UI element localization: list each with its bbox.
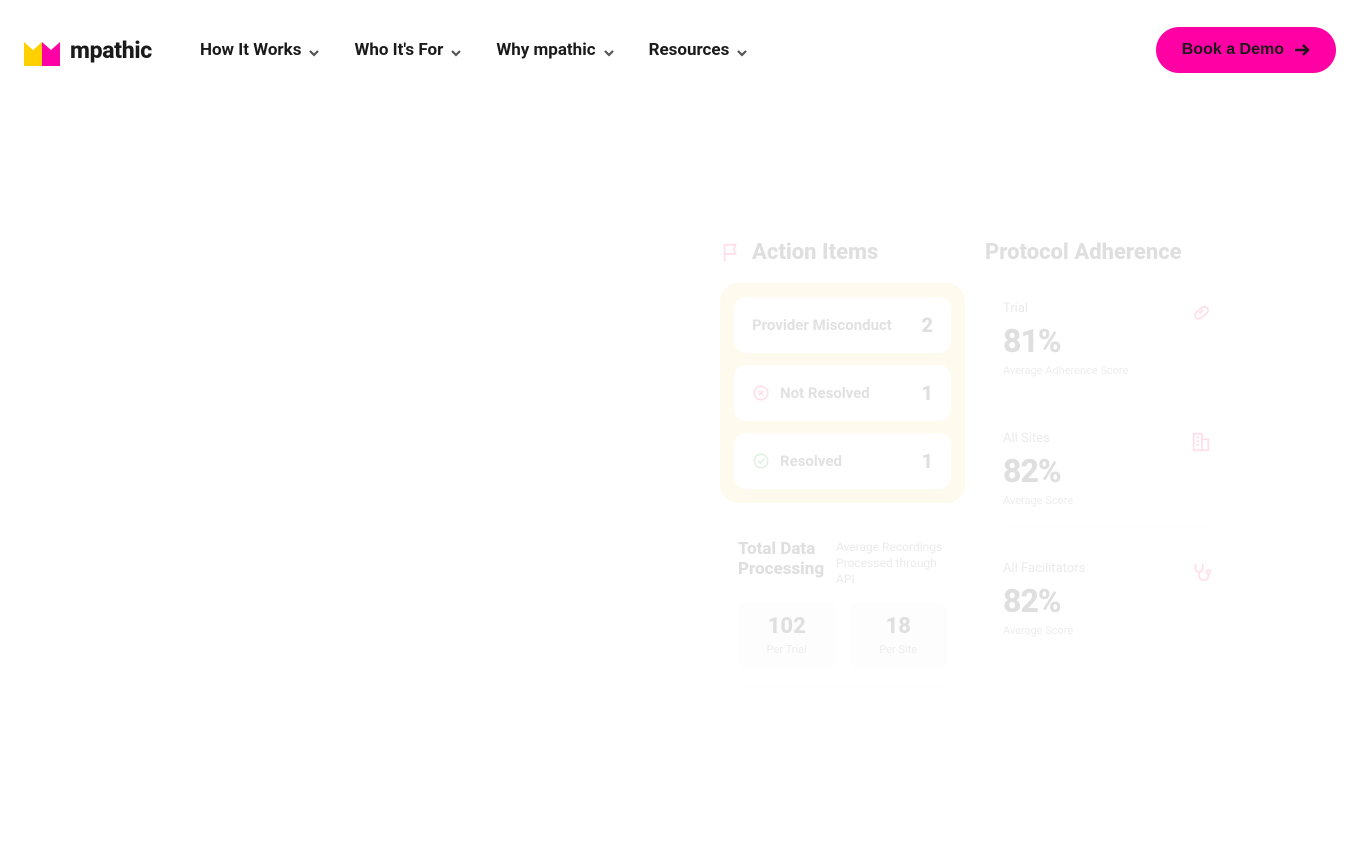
tdp-label: Per Trial	[746, 643, 828, 656]
action-row-left: Resolved	[752, 452, 842, 470]
nav-bar: mpathic How It Works Who It's For Why mp…	[0, 0, 1360, 100]
x-circle-icon	[752, 384, 770, 402]
tdp-number: 102	[746, 614, 828, 639]
dashboard-left-col: Action Items Provider Misconduct 2 Not R…	[720, 240, 965, 686]
protocol-label: All Sites	[1003, 431, 1073, 446]
protocol-card: Trial 81% Average Adherence Score	[985, 283, 1230, 395]
protocol-card: All Sites 82% Average Score	[985, 413, 1230, 525]
check-circle-icon	[752, 452, 770, 470]
protocol-foot: Average Adherence Score	[1003, 364, 1128, 377]
protocol-foot: Average Score	[1003, 624, 1085, 637]
chevron-down-icon	[308, 44, 320, 56]
protocol-info: All Facilitators 82% Average Score	[1003, 561, 1085, 637]
action-row-count: 2	[921, 313, 933, 337]
dashboard-right-col: Protocol Adherence Trial 81% Average Adh…	[985, 240, 1230, 686]
protocol-label: Trial	[1003, 301, 1128, 316]
protocol-info: All Sites 82% Average Score	[1003, 431, 1073, 507]
action-items-heading: Action Items	[752, 240, 878, 265]
protocol-label: All Facilitators	[1003, 561, 1085, 576]
action-row-left: Not Resolved	[752, 384, 870, 402]
tdp-number: 18	[858, 614, 940, 639]
tdp-subtitle: Average Recordings Processed through API	[836, 539, 947, 588]
flag-icon	[720, 242, 742, 264]
action-row-label: Not Resolved	[780, 384, 870, 402]
protocol-info: Trial 81% Average Adherence Score	[1003, 301, 1128, 377]
nav-links: How It Works Who It's For Why mpathic Re…	[200, 40, 748, 60]
tdp-label: Per Site	[858, 643, 940, 656]
nav-item-label: How It Works	[200, 40, 302, 60]
protocol-heading: Protocol Adherence	[985, 240, 1182, 265]
action-row-left: Provider Misconduct	[752, 316, 892, 334]
book-demo-button[interactable]: Book a Demo	[1156, 27, 1336, 73]
logo[interactable]: mpathic	[24, 34, 152, 66]
action-row: Not Resolved 1	[734, 365, 951, 421]
tdp-values: 102 Per Trial 18 Per Site	[738, 602, 947, 668]
protocol-card: All Facilitators 82% Average Score	[985, 543, 1230, 655]
chevron-down-icon	[450, 44, 462, 56]
tdp-value-box: 18 Per Site	[850, 602, 948, 668]
logo-mark-icon	[24, 34, 60, 66]
tdp-title: Total Data Processing	[738, 539, 824, 580]
arrow-right-icon	[1294, 43, 1310, 57]
nav-item-label: Why mpathic	[496, 40, 595, 60]
nav-item-how-it-works[interactable]: How It Works	[200, 40, 321, 60]
cta-label: Book a Demo	[1182, 41, 1284, 59]
nav-item-resources[interactable]: Resources	[649, 40, 749, 60]
action-row-label: Resolved	[780, 452, 842, 470]
nav-item-who-its-for[interactable]: Who It's For	[354, 40, 462, 60]
nav-item-label: Who It's For	[354, 40, 443, 60]
action-row: Provider Misconduct 2	[734, 297, 951, 353]
dashboard-preview: Action Items Provider Misconduct 2 Not R…	[720, 240, 1230, 686]
nav-item-label: Resources	[649, 40, 730, 60]
protocol-foot: Average Score	[1003, 494, 1073, 507]
action-row: Resolved 1	[734, 433, 951, 489]
nav-item-why-mpathic[interactable]: Why mpathic	[496, 40, 614, 60]
action-row-label: Provider Misconduct	[752, 316, 892, 334]
action-items-card: Provider Misconduct 2 Not Resolved 1	[720, 283, 965, 503]
logo-text: mpathic	[70, 37, 152, 64]
protocol-pct: 81%	[1003, 322, 1128, 360]
action-items-title: Action Items	[720, 240, 965, 265]
tdp-card: Total Data Processing Average Recordings…	[720, 521, 965, 686]
tdp-header: Total Data Processing Average Recordings…	[738, 539, 947, 588]
chevron-down-icon	[603, 44, 615, 56]
protocol-pct: 82%	[1003, 582, 1085, 620]
pill-icon	[1190, 301, 1212, 323]
tdp-value-box: 102 Per Trial	[738, 602, 836, 668]
protocol-title-row: Protocol Adherence	[985, 240, 1230, 265]
action-row-count: 1	[921, 449, 933, 473]
action-row-count: 1	[921, 381, 933, 405]
nav-left: mpathic How It Works Who It's For Why mp…	[24, 34, 748, 66]
protocol-pct: 82%	[1003, 452, 1073, 490]
chevron-down-icon	[736, 44, 748, 56]
building-icon	[1190, 431, 1212, 453]
stethoscope-icon	[1190, 561, 1212, 583]
